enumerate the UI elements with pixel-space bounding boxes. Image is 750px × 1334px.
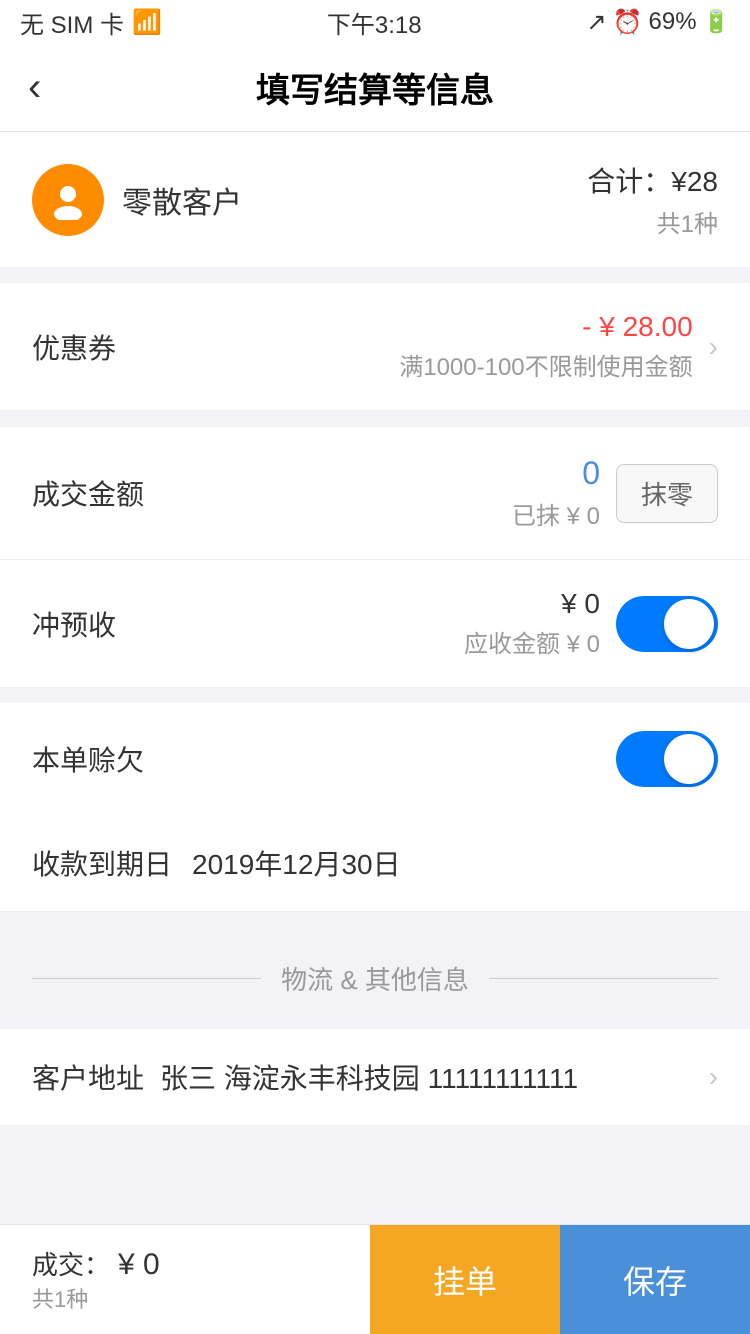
wifi-icon: 📶: [132, 8, 162, 37]
bottom-deal-label: 成交：: [32, 1245, 110, 1282]
avatar: [32, 164, 104, 236]
back-button[interactable]: ‹: [28, 65, 41, 110]
address-chevron-icon: ›: [709, 1061, 718, 1093]
toggle-knob: [664, 599, 714, 649]
page-title: 填写结算等信息: [256, 63, 494, 112]
coupon-sub: 满1000-100不限制使用金额: [399, 347, 692, 382]
prepayment-right: ¥ 0 应收金额 ¥ 0: [464, 588, 718, 659]
prepayment-value: ¥ 0: [464, 588, 600, 620]
customer-row: 零散客户 合计：¥28 共1种: [0, 132, 750, 267]
address-label: 客户地址: [32, 1057, 144, 1097]
address-section: 客户地址 张三 海淀永丰科技园 11111111111 ›: [0, 1029, 750, 1125]
prepayment-toggle[interactable]: [616, 596, 718, 652]
prepayment-sub: 应收金额 ¥ 0: [464, 624, 600, 659]
deal-section: 成交金额 0 已抹 ¥ 0 抹零 冲预收 ¥ 0 应收金额 ¥ 0: [0, 427, 750, 687]
coupon-value-block: - ¥ 28.00 满1000-100不限制使用金额: [399, 311, 692, 382]
bottom-count: 共1种: [32, 1282, 338, 1314]
deal-amount-label: 成交金额: [32, 473, 144, 513]
customer-left: 零散客户: [32, 164, 242, 236]
credit-label: 本单赊欠: [32, 739, 144, 779]
deal-amount-row: 成交金额 0 已抹 ¥ 0 抹零: [0, 427, 750, 560]
bottom-deal-amount: ¥ 0: [118, 1248, 160, 1282]
deal-amount-sub: 已抹 ¥ 0: [512, 496, 600, 531]
deal-amount-values: 0 已抹 ¥ 0: [512, 455, 600, 531]
battery-text: 69%: [649, 8, 697, 36]
bottom-bar: 成交： ¥ 0 共1种 挂单 保存: [0, 1224, 750, 1334]
customer-name: 零散客户: [122, 178, 242, 222]
coupon-section: 优惠券 - ¥ 28.00 满1000-100不限制使用金额 ›: [0, 283, 750, 411]
deal-amount-value: 0: [512, 455, 600, 492]
bottom-info: 成交： ¥ 0 共1种: [0, 1245, 370, 1314]
coupon-label: 优惠券: [32, 327, 116, 367]
due-date-row: 收款到期日 2019年12月30日: [0, 815, 750, 912]
status-right: ↗ ⏰ 69% 🔋: [587, 8, 730, 37]
prepayment-values: ¥ 0 应收金额 ¥ 0: [464, 588, 600, 659]
sim-signal: 无 SIM 卡: [20, 5, 124, 40]
spacer-2: [0, 1013, 750, 1029]
deal-amount-right: 0 已抹 ¥ 0 抹零: [512, 455, 718, 531]
coupon-value: - ¥ 28.00: [399, 311, 692, 343]
address-row[interactable]: 客户地址 张三 海淀永丰科技园 11111111111 ›: [0, 1029, 750, 1125]
location-icon: ↗: [587, 8, 607, 37]
customer-total: 合计：¥28 共1种: [587, 160, 718, 239]
divider-right: [489, 978, 718, 979]
bottom-deal-row: 成交： ¥ 0: [32, 1245, 338, 1282]
credit-row: 本单赊欠: [0, 703, 750, 815]
credit-toggle[interactable]: [616, 731, 718, 787]
nav-bar: ‹ 填写结算等信息: [0, 44, 750, 132]
coupon-chevron-icon: ›: [709, 331, 718, 363]
battery-icon: 🔋: [703, 9, 730, 35]
status-left: 无 SIM 卡 📶: [20, 5, 162, 40]
spacer-1: [0, 928, 750, 944]
alarm-icon: ⏰: [613, 8, 643, 37]
content: 零散客户 合计：¥28 共1种 优惠券 - ¥ 28.00 满1000-100不…: [0, 132, 750, 1261]
coupon-row[interactable]: 优惠券 - ¥ 28.00 满1000-100不限制使用金额 ›: [0, 283, 750, 411]
logistics-label-row: 物流 & 其他信息: [0, 944, 750, 1013]
status-time: 下午3:18: [327, 5, 422, 40]
coupon-right: - ¥ 28.00 满1000-100不限制使用金额 ›: [399, 311, 718, 382]
total-amount: 合计：¥28: [587, 160, 718, 200]
due-date-label: 收款到期日: [32, 843, 172, 883]
total-count: 共1种: [587, 204, 718, 239]
credit-section: 本单赊欠 收款到期日 2019年12月30日: [0, 703, 750, 912]
credit-right: [616, 731, 718, 787]
due-date-value: 2019年12月30日: [192, 843, 401, 883]
hold-button[interactable]: 挂单: [370, 1225, 560, 1334]
prepayment-row: 冲预收 ¥ 0 应收金额 ¥ 0: [0, 560, 750, 687]
credit-toggle-knob: [664, 734, 714, 784]
status-bar: 无 SIM 卡 📶 下午3:18 ↗ ⏰ 69% 🔋: [0, 0, 750, 44]
round-zero-button[interactable]: 抹零: [616, 464, 718, 523]
address-value: 张三 海淀永丰科技园 11111111111: [160, 1057, 693, 1097]
logistics-label: 物流 & 其他信息: [281, 960, 469, 997]
divider-left: [32, 978, 261, 979]
prepayment-label: 冲预收: [32, 604, 116, 644]
save-button[interactable]: 保存: [560, 1225, 750, 1334]
